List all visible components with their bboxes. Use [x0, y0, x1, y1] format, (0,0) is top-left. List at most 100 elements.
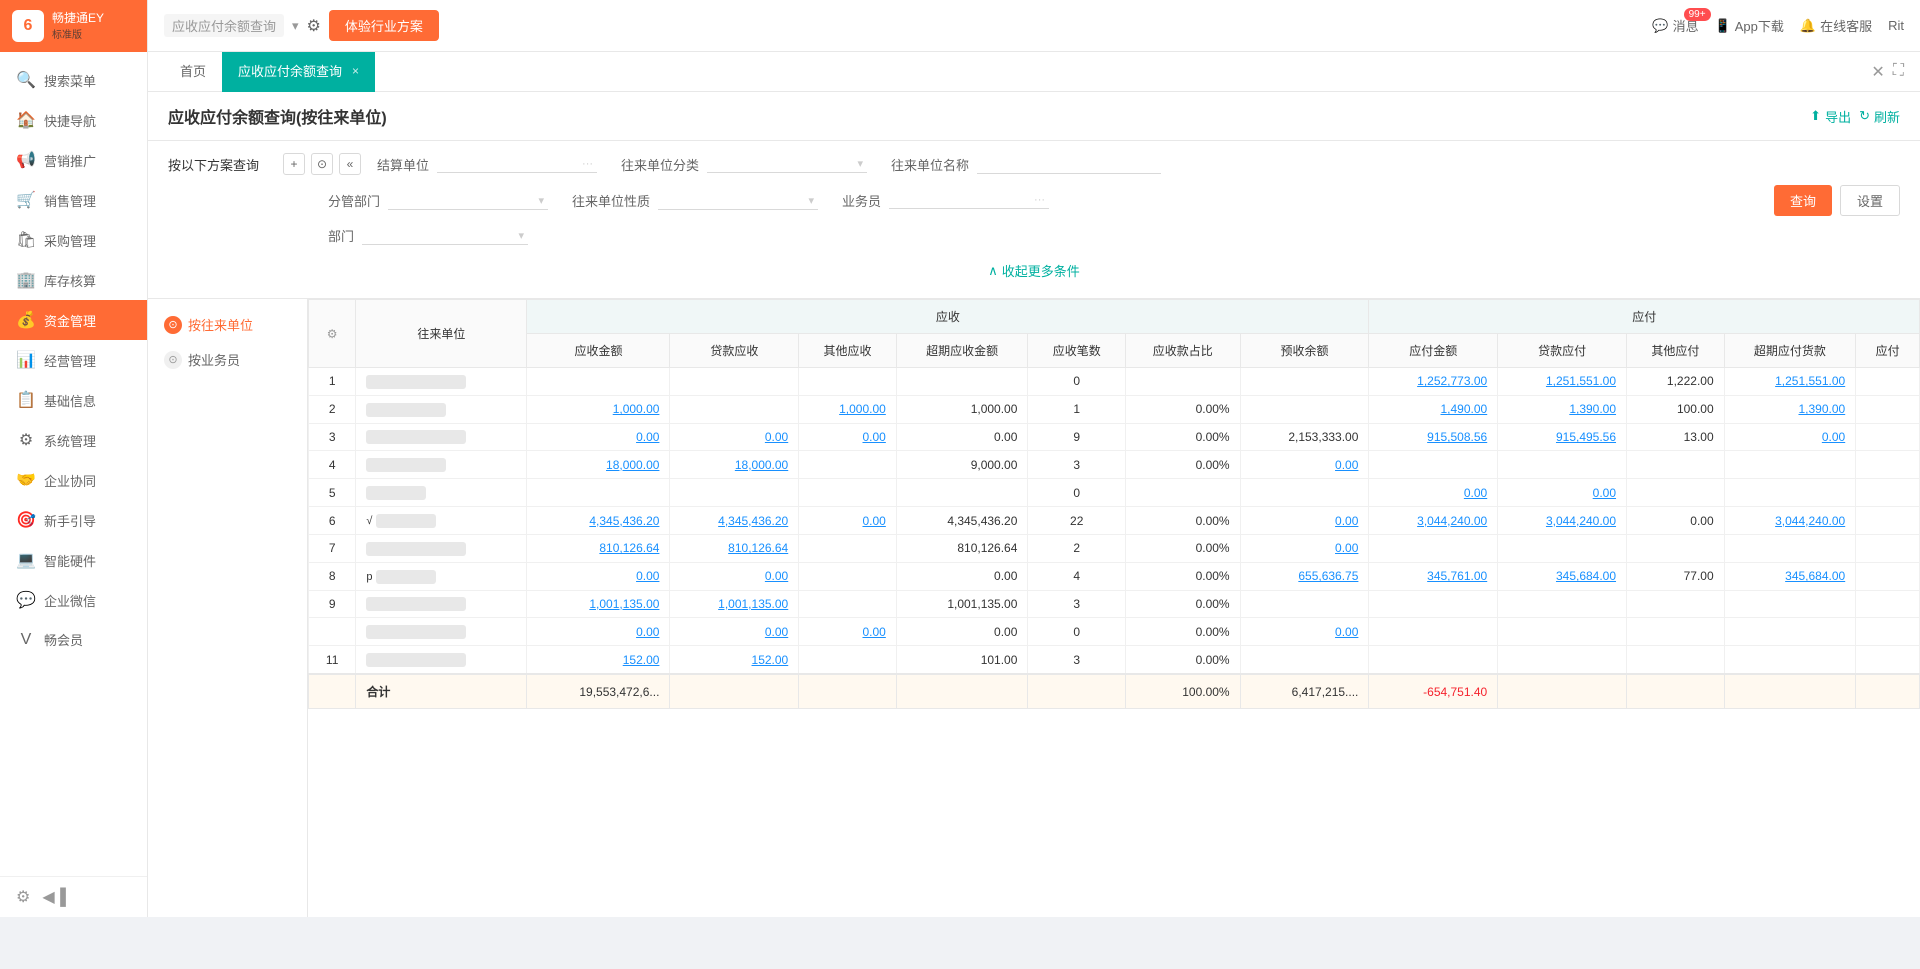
masked-unit [366, 430, 466, 444]
base-icon: 📋 [16, 390, 36, 410]
sidebar-item-ops[interactable]: 📊 经营管理 [0, 340, 147, 380]
cell-unit [356, 368, 527, 396]
sidebar-item-finance[interactable]: 💰 资金管理 [0, 300, 147, 340]
department-select[interactable]: ▾ [388, 192, 548, 210]
sidebar-logo: 6 畅捷通EY 标准版 [0, 0, 147, 52]
settings-filter-button[interactable]: 设置 [1840, 185, 1900, 216]
cell-advance [1240, 646, 1369, 674]
settlement-unit-input[interactable]: ··· [437, 156, 597, 173]
cell-ap-amount: 1,252,773.00 [1369, 368, 1498, 396]
cell-ar-amount: 1,001,135.00 [527, 590, 670, 618]
window-maximize-icon[interactable]: ⛶ [1893, 62, 1904, 82]
masked-unit [366, 486, 426, 500]
collapse-sidebar-icon[interactable]: ◀▐ [42, 887, 66, 907]
table-settings-icon[interactable]: ⚙ [327, 327, 338, 341]
cell-ar-count: 3 [1028, 590, 1126, 618]
cell-ap-more [1856, 590, 1920, 618]
collapse-label: 收起更多条件 [1002, 261, 1080, 280]
filter-add-button[interactable]: + [283, 153, 305, 175]
cell-other-ar [799, 451, 897, 479]
industry-plan-button[interactable]: 体验行业方案 [329, 10, 439, 41]
cell-ar-amount: 0.00 [527, 618, 670, 646]
settlement-unit-label: 结算单位 [377, 155, 429, 174]
query-mode-by-unit[interactable]: ⊙ 按往来单位 [148, 307, 307, 342]
tab-actions: ✕ ⛶ [1871, 62, 1904, 82]
window-close-icon[interactable]: ✕ [1871, 62, 1884, 82]
sidebar-menu: 🔍 搜索菜单 🏠 快捷导航 📢 营销推广 🛒 销售管理 🛍 采购管理 🏢 库存核… [0, 52, 147, 876]
unit-category-select[interactable]: ▾ [707, 155, 867, 173]
masked-unit [366, 625, 466, 639]
unit-nature-label: 往来单位性质 [572, 191, 650, 210]
cell-other-ap: 77.00 [1627, 562, 1725, 590]
hardware-icon: 💻 [16, 550, 36, 570]
gear-icon[interactable]: ⚙ [307, 16, 321, 36]
unit-nature-select[interactable]: ▾ [658, 192, 818, 210]
settlement-unit-dots[interactable]: ··· [582, 158, 593, 170]
cell-ap-amount [1369, 646, 1498, 674]
sidebar-item-quicknav[interactable]: 🏠 快捷导航 [0, 100, 147, 140]
sidebar-item-marketing[interactable]: 📢 营销推广 [0, 140, 147, 180]
cell-ap-more [1856, 646, 1920, 674]
query-button[interactable]: 查询 [1774, 185, 1832, 216]
query-mode-by-salesperson[interactable]: ⊙ 按业务员 [148, 342, 307, 377]
message-button[interactable]: 💬 消息 99+ [1652, 16, 1698, 35]
cell-ap-more [1856, 395, 1920, 423]
footer-overdue-ap [1724, 674, 1856, 709]
cell-other-ar: 0.00 [799, 507, 897, 535]
sidebar-item-label: 销售管理 [44, 191, 96, 210]
sidebar-item-search[interactable]: 🔍 搜索菜单 [0, 60, 147, 100]
by-salesperson-icon: ⊙ [164, 351, 182, 369]
sidebar-item-wechat[interactable]: 💬 企业微信 [0, 580, 147, 620]
tab-close-icon[interactable]: × [352, 64, 359, 78]
overdue-ap-link[interactable]: 1,251,551.00 [1775, 374, 1845, 388]
cell-overdue-ap: 345,684.00 [1724, 562, 1856, 590]
sidebar-item-member[interactable]: V 畅会员 [0, 620, 147, 659]
cell-no: 9 [309, 590, 356, 618]
ap-amount-link[interactable]: 1,252,773.00 [1417, 374, 1487, 388]
filter-collapse-button[interactable]: « [339, 153, 361, 175]
cell-ar-count: 0 [1028, 479, 1126, 507]
app-download-button[interactable]: 📱 App下载 [1715, 16, 1784, 35]
settings-bottom-icon[interactable]: ⚙ [16, 887, 30, 907]
sidebar-item-base[interactable]: 📋 基础信息 [0, 380, 147, 420]
footer-settings-cell [309, 674, 356, 709]
cell-overdue-ap [1724, 590, 1856, 618]
cell-ar-ratio: 0.00% [1126, 590, 1241, 618]
collapse-conditions-button[interactable]: ∧ 收起更多条件 [168, 255, 1900, 286]
sidebar-item-guide[interactable]: 🎯 新手引导 [0, 500, 147, 540]
filter-fields-row1: 结算单位 ··· 往来单位分类 ▾ 往来单位名称 [377, 154, 1900, 174]
cell-overdue-ar [896, 368, 1028, 396]
logo-text: 畅捷通EY 标准版 [52, 11, 104, 42]
table-group-header-row: ⚙ 往来单位 应收 应付 [309, 300, 1920, 334]
tab-home[interactable]: 首页 [164, 52, 222, 92]
refresh-button[interactable]: ↻ 刷新 [1859, 107, 1900, 126]
cell-advance: 2,153,333.00 [1240, 423, 1369, 451]
sidebar-item-hardware[interactable]: 💻 智能硬件 [0, 540, 147, 580]
export-button[interactable]: ⬆ 导出 [1810, 107, 1851, 126]
sidebar-item-inventory[interactable]: 🏢 库存核算 [0, 260, 147, 300]
cell-advance: 0.00 [1240, 534, 1369, 562]
salesperson-dots[interactable]: ··· [1034, 194, 1045, 206]
online-service-button[interactable]: 🔔 在线客服 [1800, 16, 1872, 35]
filter-settings-button[interactable]: ⊙ [311, 153, 333, 175]
brand-name: 畅捷通EY [52, 11, 104, 27]
salesperson-select[interactable]: ··· [889, 192, 1049, 209]
dept-select[interactable]: ▾ [362, 227, 528, 245]
cell-no [309, 618, 356, 646]
sidebar-item-label: 快捷导航 [44, 111, 96, 130]
unit-name-input[interactable] [977, 154, 1161, 174]
message-badge: 99+ [1684, 8, 1711, 21]
cell-ar-ratio [1126, 368, 1241, 396]
cell-ar-amount: 4,345,436.20 [527, 507, 670, 535]
footer-overdue-ar [896, 674, 1028, 709]
finance-icon: 💰 [16, 310, 36, 330]
sidebar-item-collab[interactable]: 🤝 企业协同 [0, 460, 147, 500]
cell-ar-ratio: 0.00% [1126, 507, 1241, 535]
sidebar-item-sales[interactable]: 🛒 销售管理 [0, 180, 147, 220]
sidebar-item-sysadmin[interactable]: ⚙ 系统管理 [0, 420, 147, 460]
sidebar-item-purchase[interactable]: 🛍 采购管理 [0, 220, 147, 260]
loan-ap-link[interactable]: 1,251,551.00 [1546, 374, 1616, 388]
tab-arpa[interactable]: 应收应付余额查询 × [222, 52, 375, 92]
cell-ar-ratio: 0.00% [1126, 534, 1241, 562]
cell-other-ar [799, 479, 897, 507]
